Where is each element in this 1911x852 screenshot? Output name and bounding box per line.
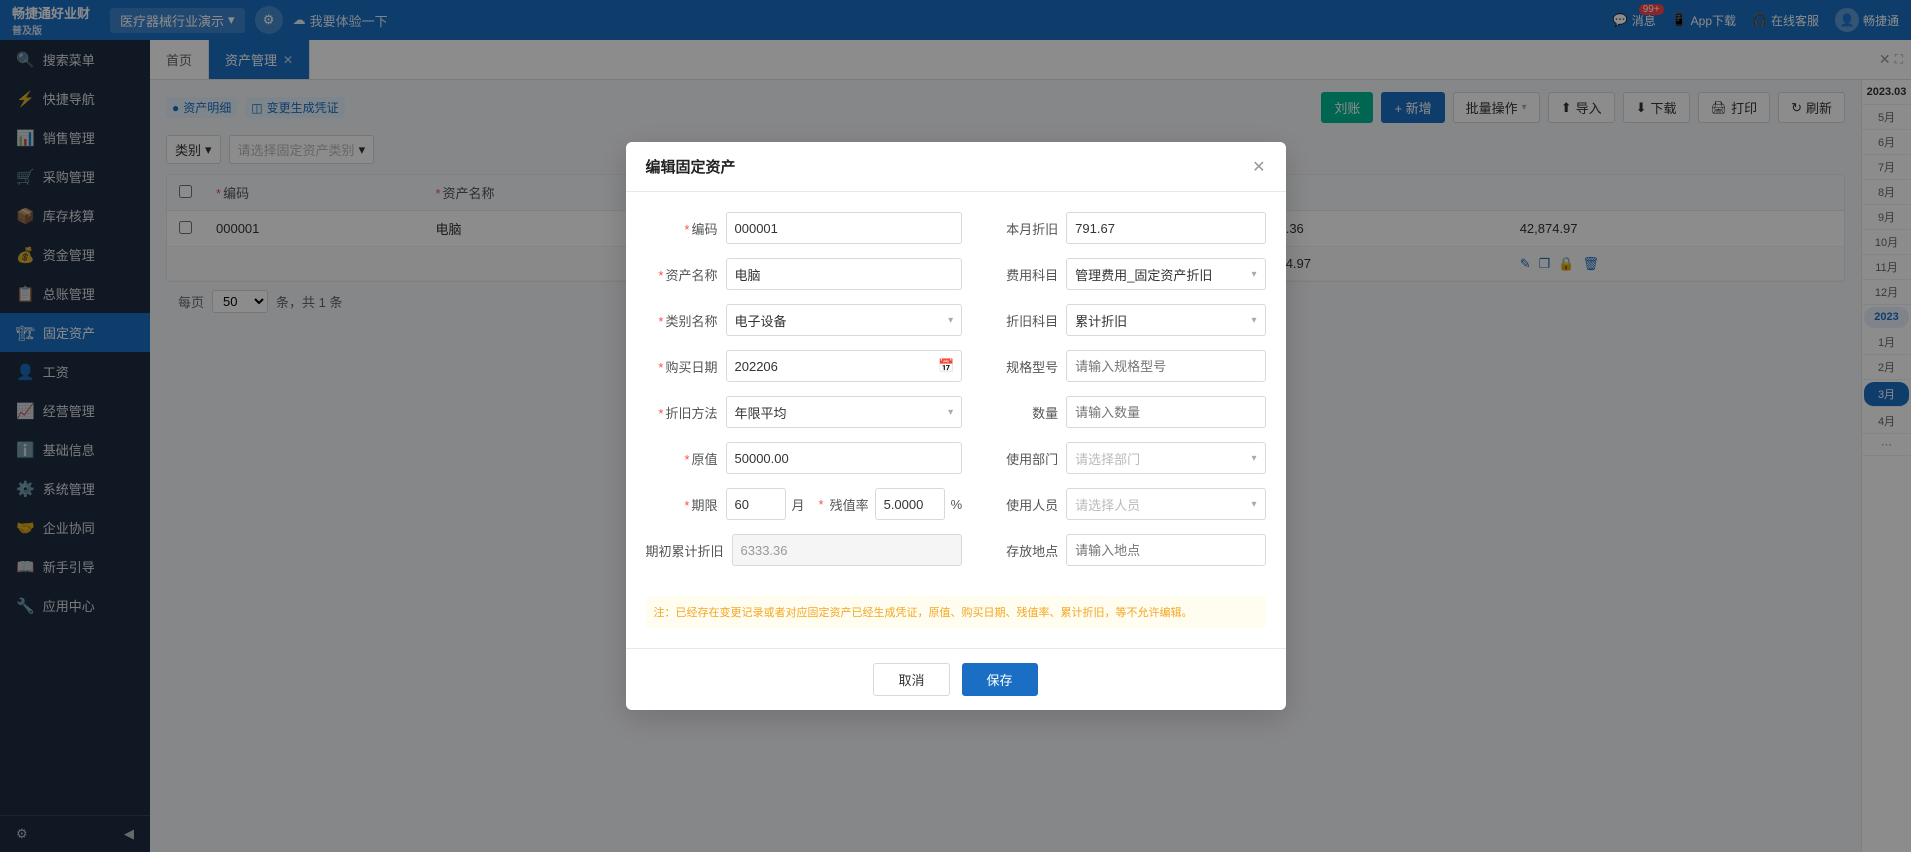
field-initial-depreciation: 期初累计折旧: [646, 534, 963, 566]
field-quantity: 数量: [986, 396, 1265, 428]
form-grid: *编码 *资产名称 *类别名称 电子设备 ▾: [646, 212, 1266, 580]
chevron-down-icon: ▾: [948, 407, 953, 418]
residual-rate-input[interactable]: [875, 488, 945, 520]
field-department: 使用部门 请选择部门 ▾: [986, 442, 1265, 474]
model-input[interactable]: [1066, 350, 1265, 382]
depreciation-subject-select[interactable]: 累计折旧 ▾: [1066, 304, 1265, 336]
field-depreciation-method: *折旧方法 年限平均 ▾: [646, 396, 963, 428]
field-personnel: 使用人员 请选择人员 ▾: [986, 488, 1265, 520]
field-monthly-depreciation: 本月折旧: [986, 212, 1265, 244]
field-depreciation-subject: 折旧科目 累计折旧 ▾: [986, 304, 1265, 336]
modal-footer: 取消 保存: [626, 648, 1286, 710]
field-category-name: *类别名称 电子设备 ▾: [646, 304, 963, 336]
field-expense-subject: 费用科目 管理费用_固定资产折旧 ▾: [986, 258, 1265, 290]
edit-asset-modal: 编辑固定资产 ✕ *编码 *资产名称: [626, 142, 1286, 710]
save-btn[interactable]: 保存: [962, 663, 1038, 696]
field-location: 存放地点: [986, 534, 1265, 566]
category-select[interactable]: 电子设备 ▾: [726, 304, 963, 336]
purchase-date-input[interactable]: [726, 350, 963, 382]
chevron-down-icon: ▾: [1251, 269, 1256, 280]
modal-body: *编码 *资产名称 *类别名称 电子设备 ▾: [626, 192, 1286, 648]
initial-depreciation-input: [732, 534, 963, 566]
modal-close-btn[interactable]: ✕: [1252, 157, 1265, 177]
field-period-residual: *期限 月 * 残值率 %: [646, 488, 963, 520]
field-purchase-date: *购买日期 📅: [646, 350, 963, 382]
depreciation-method-select[interactable]: 年限平均 ▾: [726, 396, 963, 428]
code-input[interactable]: [726, 212, 963, 244]
chevron-down-icon: ▾: [948, 315, 953, 326]
quantity-input[interactable]: [1066, 396, 1265, 428]
modal-overlay: 编辑固定资产 ✕ *编码 *资产名称: [0, 0, 1911, 852]
asset-name-input[interactable]: [726, 258, 963, 290]
field-asset-name: *资产名称: [646, 258, 963, 290]
personnel-select[interactable]: 请选择人员 ▾: [1066, 488, 1265, 520]
department-select[interactable]: 请选择部门 ▾: [1066, 442, 1265, 474]
period-input[interactable]: [726, 488, 786, 520]
modal-note: 注：已经存在变更记录或者对应固定资产已经生成凭证，原值、购买日期、残值率、累计折…: [646, 596, 1266, 628]
form-right: 本月折旧 费用科目 管理费用_固定资产折旧 ▾ 折旧科目: [986, 212, 1265, 580]
location-input[interactable]: [1066, 534, 1265, 566]
field-code: *编码: [646, 212, 963, 244]
expense-subject-select[interactable]: 管理费用_固定资产折旧 ▾: [1066, 258, 1265, 290]
modal-header: 编辑固定资产 ✕: [626, 142, 1286, 192]
field-model: 规格型号: [986, 350, 1265, 382]
chevron-down-icon: ▾: [1251, 453, 1256, 464]
form-left: *编码 *资产名称 *类别名称 电子设备 ▾: [646, 212, 963, 580]
original-value-input[interactable]: [726, 442, 963, 474]
monthly-depreciation-input[interactable]: [1066, 212, 1265, 244]
modal-title: 编辑固定资产: [646, 156, 736, 177]
cancel-btn[interactable]: 取消: [873, 663, 949, 696]
chevron-down-icon: ▾: [1251, 499, 1256, 510]
field-original-value: *原值: [646, 442, 963, 474]
calendar-icon[interactable]: 📅: [938, 358, 954, 374]
chevron-down-icon: ▾: [1251, 315, 1256, 326]
